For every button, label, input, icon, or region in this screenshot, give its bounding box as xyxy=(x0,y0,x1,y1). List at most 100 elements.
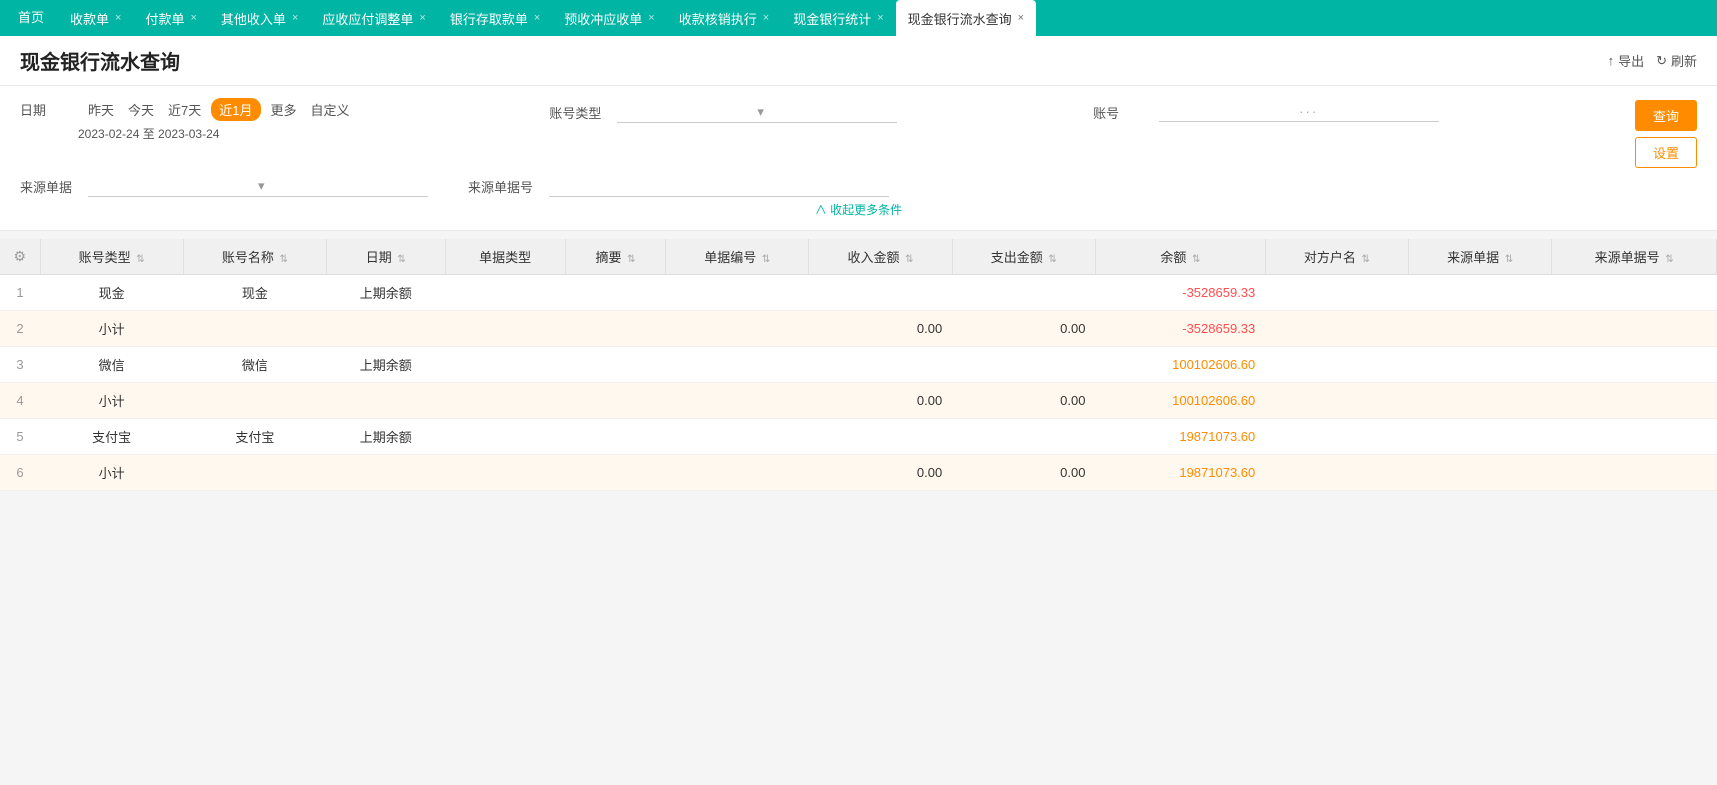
col-header-counterpart[interactable]: 对方户名 ⇅ xyxy=(1265,239,1408,275)
col-header-account_type[interactable]: 账号类型 ⇅ xyxy=(40,239,183,275)
account-type-arrow[interactable]: ▾ xyxy=(757,104,893,120)
cell-source_doc xyxy=(1409,275,1552,311)
col-header-account_name[interactable]: 账号名称 ⇅ xyxy=(183,239,326,275)
sort-icon: ⇅ xyxy=(762,254,770,265)
close-tab-icon[interactable]: × xyxy=(877,12,883,24)
collapse-icon: ∧ xyxy=(815,203,827,217)
cell-source_doc_num xyxy=(1552,383,1717,419)
account-dots-icon[interactable]: ··· xyxy=(1299,104,1435,119)
col-header-summary[interactable]: 摘要 ⇅ xyxy=(565,239,665,275)
collapse-bar[interactable]: ∧ 收起更多条件 xyxy=(20,197,1697,224)
cell-counterpart xyxy=(1265,419,1408,455)
col-header-expense[interactable]: 支出金额 ⇅ xyxy=(952,239,1095,275)
nav-tab-现金银行统计[interactable]: 现金银行统计× xyxy=(781,0,895,36)
col-header-date[interactable]: 日期 ⇅ xyxy=(327,239,446,275)
account-type-select[interactable]: ▾ xyxy=(617,102,897,123)
nav-home[interactable]: 首页 xyxy=(4,0,58,36)
cell-income xyxy=(809,419,952,455)
date-shortcut-近1月[interactable]: 近1月 xyxy=(211,98,260,121)
table-row: 5支付宝支付宝上期余额19871073.60 xyxy=(0,419,1717,455)
data-table: ⚙账号类型 ⇅账号名称 ⇅日期 ⇅单据类型摘要 ⇅单据编号 ⇅收入金额 ⇅支出金… xyxy=(0,239,1717,491)
query-button[interactable]: 查询 xyxy=(1635,100,1697,131)
top-nav: 首页 收款单×付款单×其他收入单×应收应付调整单×银行存取款单×预收冲应收单×收… xyxy=(0,0,1717,36)
table-row: 6小计0.000.0019871073.60 xyxy=(0,455,1717,491)
table-row: 1现金现金上期余额-3528659.33 xyxy=(0,275,1717,311)
cell-source_doc_num xyxy=(1552,455,1717,491)
close-tab-icon[interactable]: × xyxy=(648,12,654,24)
cell-balance: 19871073.60 xyxy=(1095,455,1265,491)
source-doc-label: 来源单据 xyxy=(20,177,72,196)
close-tab-icon[interactable]: × xyxy=(419,12,425,24)
source-doc-select[interactable]: ▾ xyxy=(88,176,428,197)
close-tab-icon[interactable]: × xyxy=(292,12,298,24)
col-header-source_doc[interactable]: 来源单据 ⇅ xyxy=(1409,239,1552,275)
gear-icon[interactable]: ⚙ xyxy=(13,248,26,264)
table-body: 1现金现金上期余额-3528659.332小计0.000.00-3528659.… xyxy=(0,275,1717,491)
nav-tab-预收冲应收单[interactable]: 预收冲应收单× xyxy=(552,0,666,36)
row-number: 1 xyxy=(0,275,40,311)
cell-doc_num xyxy=(666,383,809,419)
date-shortcut-今天[interactable]: 今天 xyxy=(124,98,158,121)
col-header-income[interactable]: 收入金额 ⇅ xyxy=(809,239,952,275)
sort-icon: ⇅ xyxy=(1048,254,1056,265)
cell-doc_num xyxy=(666,275,809,311)
date-shortcut-自定义[interactable]: 自定义 xyxy=(307,98,354,121)
source-doc-num-input[interactable] xyxy=(553,179,885,194)
settings-button[interactable]: 设置 xyxy=(1635,137,1697,168)
filter-area: 日期 昨天今天近7天近1月更多自定义 2023-02-24 至 2023-03-… xyxy=(0,86,1717,231)
nav-tab-银行存取款单[interactable]: 银行存取款单× xyxy=(438,0,552,36)
cell-date xyxy=(327,311,446,347)
close-tab-icon[interactable]: × xyxy=(190,12,196,24)
date-shortcut-近7天[interactable]: 近7天 xyxy=(164,98,205,121)
export-icon: ↑ xyxy=(1608,53,1615,68)
cell-income xyxy=(809,347,952,383)
refresh-button[interactable]: ↻ 刷新 xyxy=(1656,51,1697,70)
page-header: 现金银行流水查询 ↑ 导出 ↻ 刷新 xyxy=(0,36,1717,86)
cell-counterpart xyxy=(1265,383,1408,419)
cell-doc_num xyxy=(666,419,809,455)
nav-tab-付款单[interactable]: 付款单× xyxy=(133,0,208,36)
header-actions: ↑ 导出 ↻ 刷新 xyxy=(1608,51,1697,70)
refresh-icon: ↻ xyxy=(1656,53,1667,69)
cell-expense: 0.00 xyxy=(952,311,1095,347)
cell-source_doc_num xyxy=(1552,419,1717,455)
cell-counterpart xyxy=(1265,311,1408,347)
cell-doc_num xyxy=(666,455,809,491)
cell-doc_type xyxy=(445,383,565,419)
cell-account_type: 小计 xyxy=(40,383,183,419)
cell-date xyxy=(327,383,446,419)
date-shortcut-更多[interactable]: 更多 xyxy=(267,98,301,121)
nav-tab-现金银行流水查询[interactable]: 现金银行流水查询× xyxy=(896,0,1036,36)
col-header-doc_num[interactable]: 单据编号 ⇅ xyxy=(666,239,809,275)
close-tab-icon[interactable]: × xyxy=(115,12,121,24)
close-tab-icon[interactable]: × xyxy=(534,12,540,24)
cell-expense xyxy=(952,275,1095,311)
cell-counterpart xyxy=(1265,275,1408,311)
nav-tab-其他收入单[interactable]: 其他收入单× xyxy=(209,0,310,36)
cell-source_doc xyxy=(1409,311,1552,347)
cell-account_type: 现金 xyxy=(40,275,183,311)
cell-date xyxy=(327,455,446,491)
close-tab-icon[interactable]: × xyxy=(1018,12,1024,24)
cell-counterpart xyxy=(1265,347,1408,383)
nav-tab-收款核销执行[interactable]: 收款核销执行× xyxy=(667,0,781,36)
col-header-source_doc_num[interactable]: 来源单据号 ⇅ xyxy=(1552,239,1717,275)
nav-tab-应收应付调整单[interactable]: 应收应付调整单× xyxy=(310,0,437,36)
col-header-gear: ⚙ xyxy=(0,239,40,275)
source-doc-arrow[interactable]: ▾ xyxy=(258,178,424,194)
cell-date: 上期余额 xyxy=(327,275,446,311)
account-field[interactable]: ··· xyxy=(1159,102,1439,122)
sort-icon: ⇅ xyxy=(905,254,913,265)
date-shortcut-昨天[interactable]: 昨天 xyxy=(84,98,118,121)
cell-summary xyxy=(565,347,665,383)
nav-tab-收款单[interactable]: 收款单× xyxy=(58,0,133,36)
row-number: 4 xyxy=(0,383,40,419)
cell-expense: 0.00 xyxy=(952,455,1095,491)
cell-account_name xyxy=(183,455,326,491)
source-doc-num-field[interactable] xyxy=(549,177,889,197)
cell-summary xyxy=(565,383,665,419)
export-button[interactable]: ↑ 导出 xyxy=(1608,51,1645,70)
col-header-balance[interactable]: 余额 ⇅ xyxy=(1095,239,1265,275)
close-tab-icon[interactable]: × xyxy=(763,12,769,24)
cell-doc_num xyxy=(666,347,809,383)
